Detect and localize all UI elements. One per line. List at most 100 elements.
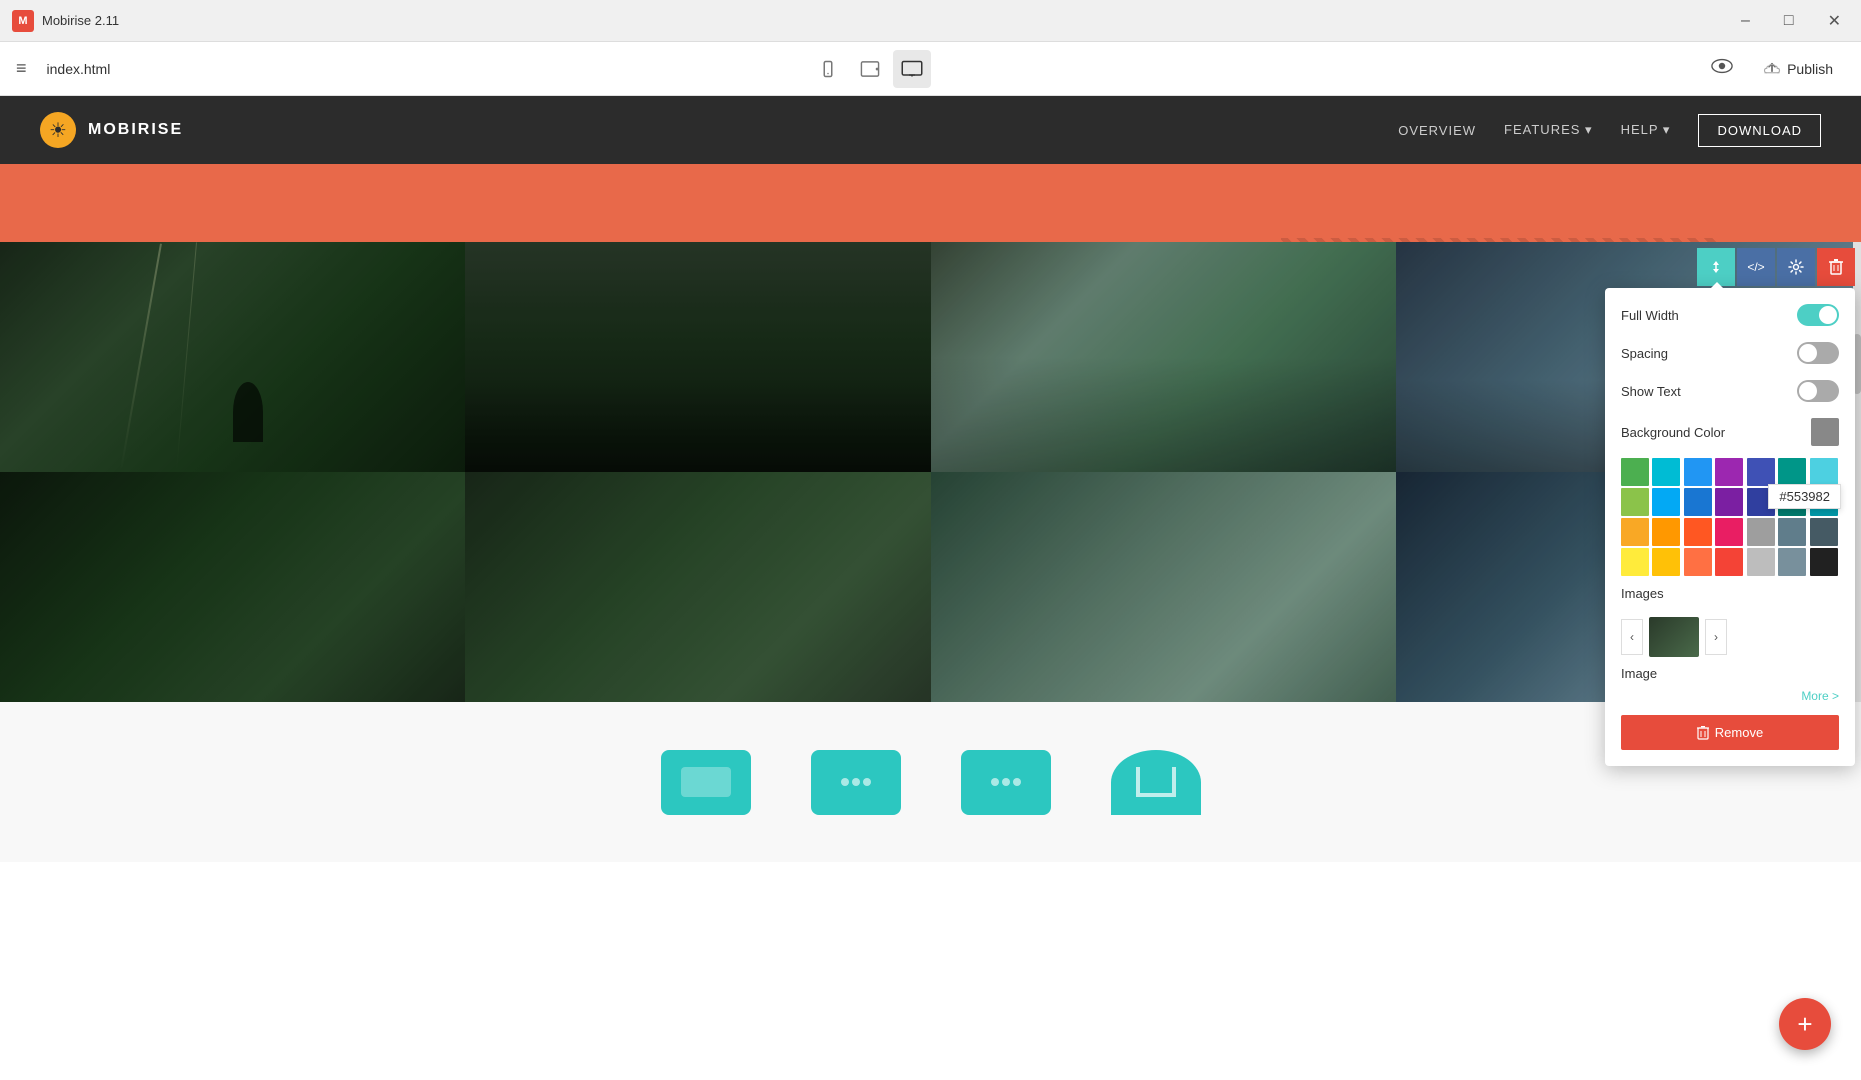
more-link[interactable]: More > [1621,689,1839,703]
color-cell-18[interactable] [1747,518,1775,546]
gallery-grid [0,242,1861,702]
menu-icon[interactable]: ≡ [16,58,27,79]
spacing-row: Spacing [1621,342,1839,364]
color-cell-21[interactable] [1621,548,1649,576]
color-cell-22[interactable] [1652,548,1680,576]
color-cell-6[interactable] [1810,458,1838,486]
color-cell-10[interactable] [1715,488,1743,516]
bg-color-swatch[interactable] [1811,418,1839,446]
color-input-tooltip[interactable]: #553982 [1768,484,1841,509]
color-cell-7[interactable] [1621,488,1649,516]
bottom-icon-2 [811,750,901,815]
logo-letter: M [18,15,27,27]
color-palette-container: #553982 [1621,458,1839,576]
gallery-cell-6 [465,472,930,702]
view-switcher [809,50,931,88]
gallery-toolbar: </> [1697,248,1855,286]
window-controls: – □ ✕ [1733,7,1849,35]
reorder-icon [1708,259,1724,275]
view-tablet-button[interactable] [851,50,889,88]
preview-button[interactable] [1705,51,1739,86]
gear-icon [1788,259,1804,275]
minimize-button[interactable]: – [1733,7,1758,35]
app-title: Mobirise 2.11 [42,13,1733,28]
publish-label: Publish [1787,61,1833,77]
show-text-row: Show Text [1621,380,1839,402]
color-cell-5[interactable] [1778,458,1806,486]
color-cell-27[interactable] [1810,548,1838,576]
color-palette [1621,458,1839,576]
gallery-cell-7 [931,472,1396,702]
color-cell-23[interactable] [1684,548,1712,576]
full-width-toggle[interactable] [1797,304,1839,326]
publish-button[interactable]: Publish [1751,55,1845,83]
nav-help[interactable]: HELP ▾ [1621,122,1671,138]
gallery-cell-2 [465,242,930,472]
site-logo-text: MOBIRISE [88,121,183,139]
site-navbar: ☀ MOBIRISE OVERVIEW FEATURES ▾ HELP ▾ DO… [0,96,1861,164]
color-cell-2[interactable] [1684,458,1712,486]
color-cell-15[interactable] [1652,518,1680,546]
bottom-section [0,702,1861,862]
bottom-icon-1 [661,750,751,815]
images-header: Images [1621,586,1839,609]
site-logo-icon: ☀ [40,112,76,148]
remove-button[interactable]: Remove [1621,715,1839,750]
color-cell-1[interactable] [1652,458,1680,486]
show-text-toggle[interactable] [1797,380,1839,402]
spacing-label: Spacing [1621,346,1668,361]
bg-color-label: Background Color [1621,425,1725,440]
nav-overview[interactable]: OVERVIEW [1398,123,1476,138]
color-cell-3[interactable] [1715,458,1743,486]
gallery-code-button[interactable]: </> [1737,248,1775,286]
orange-section [0,164,1861,242]
gallery-settings-button[interactable] [1777,248,1815,286]
filename-label: index.html [47,61,797,77]
image-thumb-1[interactable] [1649,617,1699,657]
color-cell-16[interactable] [1684,518,1712,546]
thumb-next-button[interactable]: › [1705,619,1727,655]
app-toolbar: ≡ index.html [0,42,1861,96]
image-label: Image [1621,666,1657,681]
show-text-label: Show Text [1621,384,1681,399]
color-cell-9[interactable] [1684,488,1712,516]
gallery-cell-5 [0,472,465,702]
color-cell-20[interactable] [1810,518,1838,546]
gallery-cell-3 [931,242,1396,472]
color-cell-26[interactable] [1778,548,1806,576]
color-cell-19[interactable] [1778,518,1806,546]
sun-icon: ☀ [49,118,67,143]
panel-arrow [1709,282,1725,290]
site-logo: ☀ MOBIRISE [40,112,183,148]
plus-icon: + [1797,1009,1812,1040]
color-cell-8[interactable] [1652,488,1680,516]
view-mobile-button[interactable] [809,50,847,88]
color-cell-24[interactable] [1715,548,1743,576]
app-logo: M [12,10,34,32]
color-cell-0[interactable] [1621,458,1649,486]
trash-icon [1829,259,1843,275]
close-button[interactable]: ✕ [1820,7,1849,35]
color-cell-25[interactable] [1747,548,1775,576]
tablet-icon [860,60,880,78]
nav-features[interactable]: FEATURES ▾ [1504,122,1593,138]
bottom-icon-4 [1111,750,1201,815]
gallery-delete-button[interactable] [1817,248,1855,286]
full-width-row: Full Width [1621,304,1839,326]
mobile-icon [819,60,837,78]
view-desktop-button[interactable] [893,50,931,88]
color-cell-14[interactable] [1621,518,1649,546]
gallery-reorder-button[interactable] [1697,248,1735,286]
add-section-fab[interactable]: + [1779,998,1831,1050]
thumb-prev-button[interactable]: ‹ [1621,619,1643,655]
full-width-label: Full Width [1621,308,1679,323]
bg-color-row: Background Color [1621,418,1839,446]
color-value: #553982 [1779,489,1830,504]
code-icon: </> [1747,260,1764,274]
color-cell-17[interactable] [1715,518,1743,546]
color-cell-4[interactable] [1747,458,1775,486]
spacing-toggle[interactable] [1797,342,1839,364]
maximize-button[interactable]: □ [1776,7,1802,35]
nav-download-button[interactable]: DOWNLOAD [1698,114,1821,147]
upload-cloud-icon [1763,62,1781,76]
